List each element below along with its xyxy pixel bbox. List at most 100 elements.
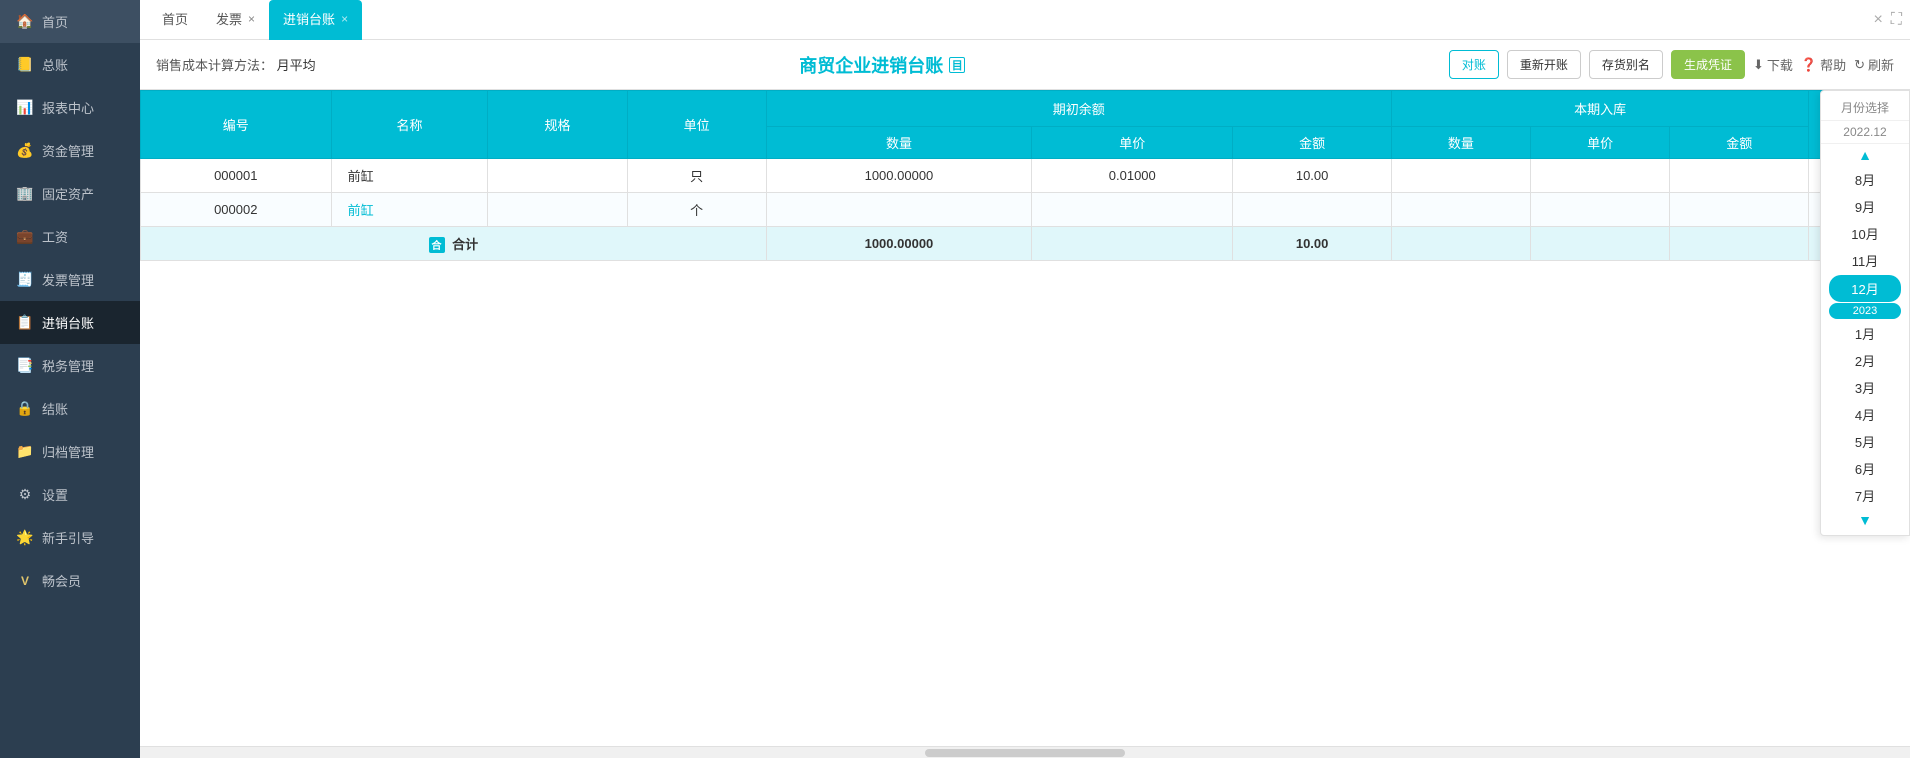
bottom-scrollbar[interactable] <box>140 746 1910 758</box>
month-item-9[interactable]: 9月 <box>1821 193 1909 220</box>
settings-icon: ⚙ <box>16 486 34 503</box>
cell-code: 000001 <box>141 159 332 193</box>
generate-voucher-button[interactable]: 生成凭证 <box>1671 50 1745 79</box>
member-icon: V <box>16 574 34 588</box>
month-item-11[interactable]: 11月 <box>1821 247 1909 274</box>
cell-rk-price <box>1531 193 1670 227</box>
cell-qc-qty <box>766 193 1031 227</box>
sidebar-item-reports[interactable]: 📊 报表中心 <box>0 86 140 129</box>
month-item-2[interactable]: 2月 <box>1821 347 1909 374</box>
total-rk-price <box>1531 227 1670 261</box>
col-group-rk: 本期入库 <box>1391 91 1808 127</box>
sidebar-item-funds[interactable]: 💰 资金管理 <box>0 129 140 172</box>
download-icon: ⬇ <box>1753 57 1764 73</box>
page-title: 商贸企业进销台账 目 <box>316 52 1449 78</box>
col-group-qc: 期初余额 <box>766 91 1391 127</box>
total-qc-price <box>1032 227 1233 261</box>
main-area: 首页 发票 × 进销台账 × × ⛶ 销售成本计算方法： 月平均 商贸企业进销台… <box>140 0 1910 758</box>
sidebar-item-member[interactable]: V 畅会员 <box>0 559 140 602</box>
month-item-10[interactable]: 10月 <box>1821 220 1909 247</box>
table-row: 000002 前缸 个 <box>141 193 1910 227</box>
total-label-cell: 合 合计 <box>141 227 767 261</box>
cell-qc-price <box>1032 193 1233 227</box>
month-panel-title: 月份选择 <box>1821 95 1909 121</box>
download-button[interactable]: ⬇ 下载 <box>1753 55 1793 74</box>
col-header-name: 名称 <box>331 91 488 159</box>
month-item-12[interactable]: 12月 <box>1829 275 1901 302</box>
cell-rk-amount <box>1670 159 1809 193</box>
month-item-4[interactable]: 4月 <box>1821 401 1909 428</box>
close-purchase-sale-tab[interactable]: × <box>341 12 348 26</box>
invoices-icon: 🧾 <box>16 271 34 288</box>
save-alias-button[interactable]: 存货别名 <box>1589 50 1663 79</box>
duizhang-button[interactable]: 对账 <box>1449 50 1499 79</box>
sidebar-item-archive[interactable]: 📁 归档管理 <box>0 430 140 473</box>
cell-unit: 只 <box>627 159 766 193</box>
col-sub-rk-amount: 金额 <box>1670 127 1809 159</box>
close-window-button[interactable]: × <box>1873 11 1882 29</box>
help-button[interactable]: ❓ 帮助 <box>1801 55 1846 74</box>
col-sub-rk-qty: 数量 <box>1391 127 1530 159</box>
cell-rk-price <box>1531 159 1670 193</box>
maximize-window-button[interactable]: ⛶ <box>1891 11 1902 29</box>
cost-method-info: 销售成本计算方法： 月平均 <box>156 55 316 74</box>
title-info-icon[interactable]: 目 <box>949 57 965 73</box>
cell-code: 000002 <box>141 193 332 227</box>
home-icon: 🏠 <box>16 13 34 30</box>
sidebar-item-ledger[interactable]: 📒 总账 <box>0 43 140 86</box>
month-item-7[interactable]: 7月 <box>1821 482 1909 509</box>
window-controls: × ⛶ <box>1873 11 1902 29</box>
month-item-1[interactable]: 1月 <box>1821 320 1909 347</box>
sidebar-item-invoices[interactable]: 🧾 发票管理 <box>0 258 140 301</box>
month-item-6[interactable]: 6月 <box>1821 455 1909 482</box>
month-panel: 月份选择 2022.12 ▲ 8月 9月 10月 11月 12月 2023 1月… <box>1820 90 1910 536</box>
guide-icon: 🌟 <box>16 529 34 546</box>
reports-icon: 📊 <box>16 99 34 116</box>
cell-name: 前缸 <box>331 159 488 193</box>
cell-qc-amount <box>1233 193 1391 227</box>
tab-purchase-sale[interactable]: 进销台账 × <box>269 0 362 40</box>
tax-icon: 📑 <box>16 357 34 374</box>
funds-icon: 💰 <box>16 142 34 159</box>
col-sub-qc-amount: 金额 <box>1233 127 1391 159</box>
month-item-3[interactable]: 3月 <box>1821 374 1909 401</box>
sidebar-item-tax[interactable]: 📑 税务管理 <box>0 344 140 387</box>
tab-home[interactable]: 首页 <box>148 0 202 40</box>
total-rk-amount <box>1670 227 1809 261</box>
help-icon: ❓ <box>1801 57 1817 73</box>
sidebar-item-closing[interactable]: 🔒 结账 <box>0 387 140 430</box>
closing-icon: 🔒 <box>16 400 34 417</box>
month-item-8[interactable]: 8月 <box>1821 166 1909 193</box>
content-area: 销售成本计算方法： 月平均 商贸企业进销台账 目 对账 重新开账 存货别名 生成… <box>140 40 1910 758</box>
sidebar-item-purchase-sale[interactable]: 📋 进销台账 <box>0 301 140 344</box>
month-item-5[interactable]: 5月 <box>1821 428 1909 455</box>
total-rk-qty <box>1391 227 1530 261</box>
scroll-up-button[interactable]: ▲ <box>1821 144 1909 166</box>
cell-rk-qty <box>1391 159 1530 193</box>
sidebar-item-guide[interactable]: 🌟 新手引导 <box>0 516 140 559</box>
toolbar-actions: 对账 重新开账 存货别名 生成凭证 ⬇ 下载 ❓ 帮助 ↻ 刷新 <box>1449 50 1894 79</box>
salary-icon: 💼 <box>16 228 34 245</box>
close-invoice-tab[interactable]: × <box>248 12 255 26</box>
year-label: 2022.12 <box>1821 121 1909 144</box>
sidebar-item-salary[interactable]: 💼 工资 <box>0 215 140 258</box>
cell-qc-amount: 10.00 <box>1233 159 1391 193</box>
tab-invoice[interactable]: 发票 × <box>202 0 269 40</box>
cell-spec <box>488 193 627 227</box>
tab-bar: 首页 发票 × 进销台账 × × ⛶ <box>140 0 1910 40</box>
sidebar-item-home[interactable]: 🏠 首页 <box>0 0 140 43</box>
col-header-code: 编号 <box>141 91 332 159</box>
sidebar-item-assets[interactable]: 🏢 固定资产 <box>0 172 140 215</box>
reopen-button[interactable]: 重新开账 <box>1507 50 1581 79</box>
cell-unit: 个 <box>627 193 766 227</box>
total-qc-amount: 10.00 <box>1233 227 1391 261</box>
scrollbar-thumb <box>925 749 1125 757</box>
col-sub-qc-price: 单价 <box>1032 127 1233 159</box>
archive-icon: 📁 <box>16 443 34 460</box>
scroll-down-button[interactable]: ▼ <box>1821 509 1909 531</box>
sidebar-item-settings[interactable]: ⚙ 设置 <box>0 473 140 516</box>
col-sub-qc-qty: 数量 <box>766 127 1031 159</box>
refresh-button[interactable]: ↻ 刷新 <box>1854 55 1894 74</box>
year-2023-tag: 2023 <box>1829 303 1901 319</box>
table-row: 000001 前缸 只 1000.00000 0.01000 10.00 <box>141 159 1910 193</box>
